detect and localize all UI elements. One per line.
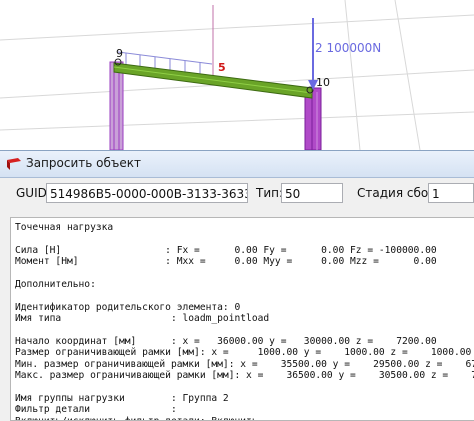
model-viewport[interactable]: 9 5 10 2 100000N: [0, 0, 474, 150]
report-line: [15, 233, 474, 244]
guid-field[interactable]: 514986B5-0000-000B-3133-363337393330: [46, 183, 248, 203]
type-field[interactable]: 50: [281, 183, 343, 203]
point-load-label: 2 100000N: [315, 41, 381, 55]
report-line: [15, 290, 474, 301]
report-line: Имя типа : loadm_pointload: [15, 313, 270, 325]
grid-lines: [0, 0, 474, 150]
report-line: [15, 325, 474, 336]
query-object-dialog: Запросить объект GUID: 514986B5-0000-000…: [0, 150, 474, 421]
report-line: [15, 381, 474, 392]
report-line: Фильтр детали :: [15, 404, 177, 416]
report-line: Начало координат [мм] : x = 36000.00 y =…: [15, 335, 437, 347]
dialog-titlebar[interactable]: Запросить объект: [0, 151, 474, 178]
report-line: Мин. размер ограничивающей рамки [мм]: x…: [15, 358, 474, 370]
report-line: Имя группы нагрузки : Группа 2: [15, 392, 229, 404]
phase-field[interactable]: 1: [428, 183, 474, 203]
report-line: Сила [Н] : Fx = 0.00 Fy = 0.00 Fz = -100…: [15, 244, 437, 256]
app-icon: [7, 158, 21, 170]
node-label-10: 10: [316, 76, 330, 89]
dialog-title: Запросить объект: [26, 156, 141, 170]
node-label-9: 9: [116, 47, 123, 60]
node-label-5: 5: [218, 61, 226, 74]
report-line: Дополнительно:: [15, 278, 96, 290]
report-line: Макс. размер ограничивающей рамки [мм]: …: [15, 370, 474, 382]
report-lines: Точечная нагрузка Сила [Н] : Fx = 0.00 Fy…: [15, 222, 474, 420]
left-column[interactable]: [109, 61, 124, 150]
report-line: Идентификатор родительского элемента: 0: [15, 301, 241, 313]
report-textbox[interactable]: Точечная нагрузка Сила [Н] : Fx = 0.00 Fy…: [10, 217, 474, 421]
report-line: [15, 268, 474, 279]
report-line: Включить/исключить фильтр детали: Включи…: [15, 416, 474, 420]
object-header-row: GUID: 514986B5-0000-000B-3133-3633373933…: [0, 183, 474, 205]
report-line: Момент [Нм] : Mxx = 0.00 Myy = 0.00 Mzz …: [15, 256, 437, 268]
report-line: Размер ограничивающей рамки [мм]: x = 10…: [15, 347, 472, 359]
report-line: Точечная нагрузка: [15, 222, 114, 233]
type-label: Тип:: [256, 186, 284, 200]
